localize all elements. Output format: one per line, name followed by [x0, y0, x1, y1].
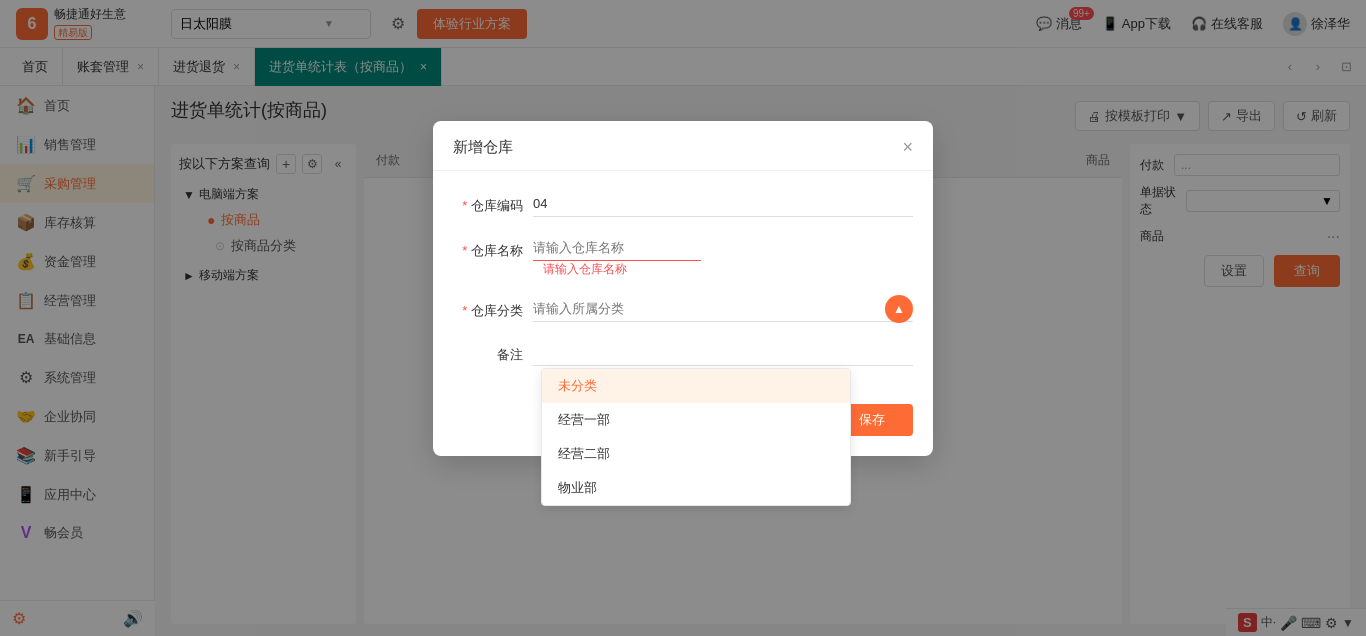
form-row-name: 仓库名称 请输入仓库名称 [453, 235, 913, 278]
category-input[interactable] [533, 296, 913, 322]
code-label: 仓库编码 [453, 191, 533, 215]
modal-title: 新增仓库 [453, 138, 513, 157]
dropdown-item-property[interactable]: 物业部 [542, 471, 850, 505]
category-dropdown-toggle[interactable]: ▲ [885, 295, 913, 323]
remark-input[interactable] [533, 340, 913, 366]
name-label: 仓库名称 [453, 236, 533, 260]
form-row-code: 仓库编码 [453, 191, 913, 217]
form-row-category: 仓库分类 ▲ [453, 296, 913, 322]
category-label: 仓库分类 [453, 296, 533, 320]
name-input[interactable] [533, 235, 701, 261]
name-error-msg: 请输入仓库名称 [543, 262, 627, 276]
form-row-remark: 备注 [453, 340, 913, 366]
dropdown-item-uncategorized[interactable]: 未分类 [542, 369, 850, 403]
category-dropdown-list: 未分类 经营一部 经营二部 物业部 [541, 368, 851, 506]
code-input[interactable] [533, 191, 913, 217]
remark-label: 备注 [453, 340, 533, 364]
category-select-wrap: ▲ [533, 296, 913, 322]
dropdown-item-dept1[interactable]: 经营一部 [542, 403, 850, 437]
modal-overlay: 新增仓库 × 仓库编码 仓库名称 请输入仓库名称 仓库分类 [0, 0, 1366, 636]
modal-header: 新增仓库 × [433, 121, 933, 171]
dropdown-item-dept2[interactable]: 经营二部 [542, 437, 850, 471]
modal-close-button[interactable]: × [902, 137, 913, 158]
